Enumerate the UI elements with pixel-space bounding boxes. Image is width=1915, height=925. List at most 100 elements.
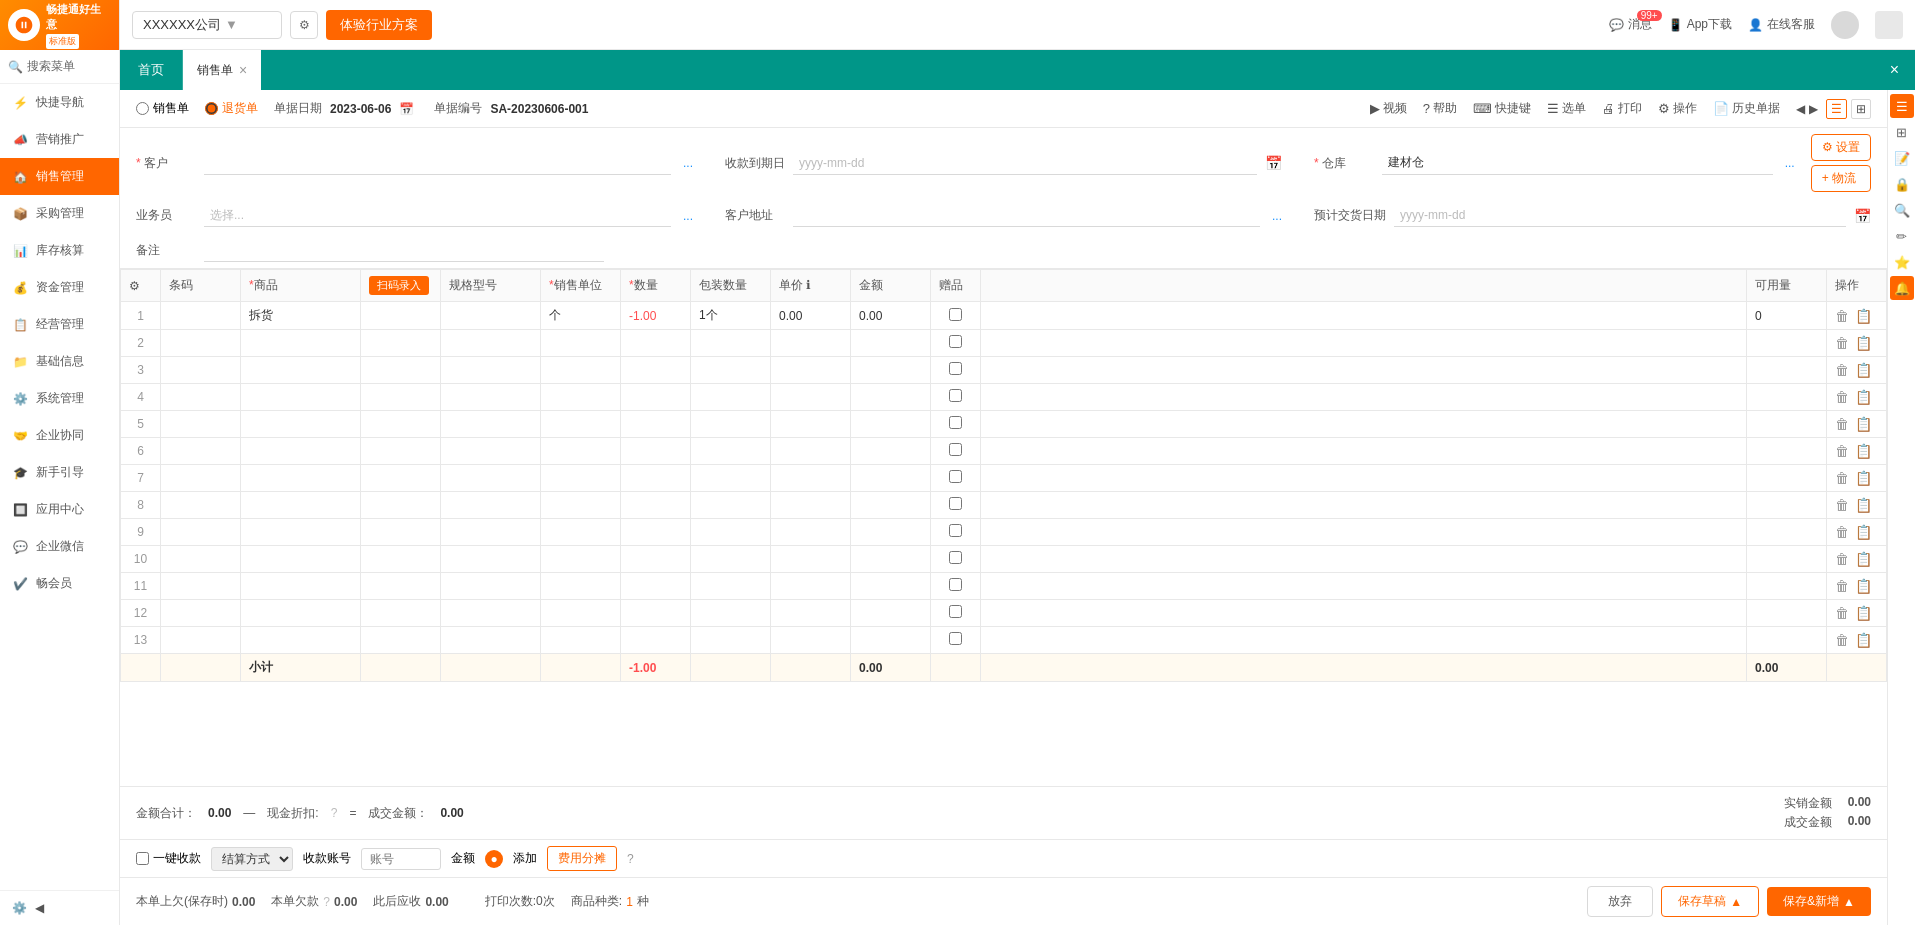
scan-btn[interactable]: 扫码录入 (369, 276, 429, 295)
barcode-1[interactable] (161, 302, 241, 330)
logistics-btn[interactable]: + 物流 (1811, 165, 1871, 192)
next-btn[interactable]: ▶ (1809, 102, 1818, 116)
right-tool-edit[interactable]: ✏ (1890, 224, 1914, 248)
copy-row-btn[interactable]: 📋 (1855, 416, 1872, 432)
right-tool-layout2[interactable]: ⊞ (1890, 120, 1914, 144)
delete-row-btn[interactable]: 🗑 (1835, 551, 1849, 567)
save-new-btn[interactable]: 保存&新增 ▲ (1767, 887, 1871, 916)
customer-input[interactable] (204, 152, 671, 175)
expense-help-icon[interactable]: ? (627, 852, 634, 866)
delete-row-btn[interactable]: 🗑 (1835, 632, 1849, 648)
delete-row-1-btn[interactable]: 🗑 (1835, 308, 1849, 324)
delete-row-btn[interactable]: 🗑 (1835, 470, 1849, 486)
pkg-qty-1[interactable]: 1个 (691, 302, 771, 330)
sidebar-item-operations[interactable]: 📋 经营管理 (0, 306, 119, 343)
history-btn[interactable]: 📄 历史单据 (1709, 98, 1784, 119)
salesperson-ellipsis[interactable]: ... (683, 209, 693, 223)
sidebar-item-enterprise[interactable]: 🤝 企业协同 (0, 417, 119, 454)
calendar-icon[interactable]: 📅 (399, 102, 414, 116)
salesperson-input[interactable] (204, 204, 671, 227)
copy-row-btn[interactable]: 📋 (1855, 605, 1872, 621)
radio-sales-input[interactable] (136, 102, 149, 115)
delete-row-btn[interactable]: 🗑 (1835, 524, 1849, 540)
app-download-btn[interactable]: 📱 App下载 (1668, 16, 1732, 33)
sidebar-item-inventory[interactable]: 📊 库存核算 (0, 232, 119, 269)
tab-close-btn[interactable]: × (239, 62, 247, 78)
print-btn[interactable]: 🖨 打印 (1598, 98, 1646, 119)
delete-row-btn[interactable]: 🗑 (1835, 497, 1849, 513)
tab-sales[interactable]: 销售单 × (183, 50, 261, 90)
right-tool-search[interactable]: 🔍 (1890, 198, 1914, 222)
product-1[interactable]: 拆货 (241, 302, 361, 330)
copy-row-btn[interactable]: 📋 (1855, 389, 1872, 405)
gift-checkbox-1[interactable] (949, 308, 962, 321)
prev-btn[interactable]: ◀ (1796, 102, 1805, 116)
delete-row-btn[interactable]: 🗑 (1835, 362, 1849, 378)
delete-row-btn[interactable]: 🗑 (1835, 605, 1849, 621)
shortcut-btn[interactable]: ⌨ 快捷键 (1469, 98, 1535, 119)
radio-return[interactable]: 退货单 (205, 100, 258, 117)
question-icon-discount[interactable]: ? (331, 806, 338, 820)
delivery-date-calendar-icon[interactable]: 📅 (1854, 208, 1871, 224)
sidebar-item-member[interactable]: ✔️ 畅会员 (0, 565, 119, 602)
copy-row-btn[interactable]: 📋 (1855, 335, 1872, 351)
close-all-btn[interactable]: × (1874, 61, 1915, 79)
unit-price-1[interactable]: 0.00 (771, 302, 851, 330)
customer-ellipsis[interactable]: ... (683, 156, 693, 170)
sidebar-item-sales[interactable]: 🏠 销售管理 (0, 158, 119, 195)
trial-btn[interactable]: 体验行业方案 (326, 10, 432, 40)
sidebar-item-app[interactable]: 🔲 应用中心 (0, 491, 119, 528)
warehouse-ellipsis[interactable]: ... (1785, 156, 1795, 170)
copy-row-btn[interactable]: 📋 (1855, 551, 1872, 567)
right-tool-note[interactable]: 📝 (1890, 146, 1914, 170)
sidebar-item-basic[interactable]: 📁 基础信息 (0, 343, 119, 380)
radio-return-input[interactable] (205, 102, 218, 115)
search-menu[interactable]: 🔍 搜索菜单 (0, 50, 119, 84)
delete-row-btn[interactable]: 🗑 (1835, 443, 1849, 459)
due-date-calendar-icon[interactable]: 📅 (1265, 155, 1282, 171)
right-tool-alert[interactable]: 🔔 (1890, 276, 1914, 300)
due-date-input[interactable] (793, 152, 1257, 175)
sidebar-settings-btn[interactable]: ⚙️ ◀ (0, 891, 119, 925)
company-selector[interactable]: XXXXXX公司 ▼ (132, 11, 282, 39)
copy-row-btn[interactable]: 📋 (1855, 578, 1872, 594)
delete-row-btn[interactable]: 🗑 (1835, 389, 1849, 405)
sidebar-item-guide[interactable]: 🎓 新手引导 (0, 454, 119, 491)
video-btn[interactable]: ▶ 视频 (1366, 98, 1411, 119)
col-scan[interactable]: 扫码录入 (361, 270, 441, 302)
tab-home[interactable]: 首页 (120, 50, 183, 90)
message-btn[interactable]: 💬 消息 99+ (1609, 16, 1652, 33)
gift-1[interactable] (931, 302, 981, 330)
layout-list-btn[interactable]: ☰ (1826, 99, 1847, 119)
discard-btn[interactable]: 放弃 (1587, 886, 1653, 917)
sidebar-item-quick-nav[interactable]: ⚡ 快捷导航 (0, 84, 119, 121)
online-support-btn[interactable]: 👤 在线客服 (1748, 16, 1815, 33)
help-btn[interactable]: ? 帮助 (1419, 98, 1461, 119)
warehouse-input[interactable] (1382, 152, 1773, 175)
right-tool-layout1[interactable]: ☰ (1890, 94, 1914, 118)
add-payment-btn[interactable]: ● (485, 850, 503, 868)
customer-addr-input[interactable] (793, 204, 1260, 227)
account-input[interactable] (361, 848, 441, 870)
draft-dropdown-icon[interactable]: ▲ (1730, 895, 1742, 909)
sidebar-item-marketing[interactable]: 📣 营销推广 (0, 121, 119, 158)
sidebar-item-wechat[interactable]: 💬 企业微信 (0, 528, 119, 565)
choose-btn[interactable]: ☰ 选单 (1543, 98, 1590, 119)
right-tool-star[interactable]: ⭐ (1890, 250, 1914, 274)
user-avatar[interactable] (1831, 11, 1859, 39)
sidebar-item-finance[interactable]: 💰 资金管理 (0, 269, 119, 306)
sidebar-item-purchase[interactable]: 📦 采购管理 (0, 195, 119, 232)
topbar-gear-btn[interactable]: ⚙ (290, 11, 318, 39)
save-dropdown-icon[interactable]: ▲ (1843, 895, 1855, 909)
copy-row-btn[interactable]: 📋 (1855, 524, 1872, 540)
settings-btn[interactable]: ⚙ 设置 (1811, 134, 1871, 161)
delete-row-btn[interactable]: 🗑 (1835, 578, 1849, 594)
copy-row-btn[interactable]: 📋 (1855, 470, 1872, 486)
delete-row-btn[interactable]: 🗑 (1835, 335, 1849, 351)
expense-split-btn[interactable]: 费用分摊 (547, 846, 617, 871)
spec-1[interactable] (441, 302, 541, 330)
layout-grid-btn[interactable]: ⊞ (1851, 99, 1871, 119)
save-draft-btn[interactable]: 保存草稿 ▲ (1661, 886, 1759, 917)
note-input[interactable] (204, 239, 604, 262)
radio-sales[interactable]: 销售单 (136, 100, 189, 117)
